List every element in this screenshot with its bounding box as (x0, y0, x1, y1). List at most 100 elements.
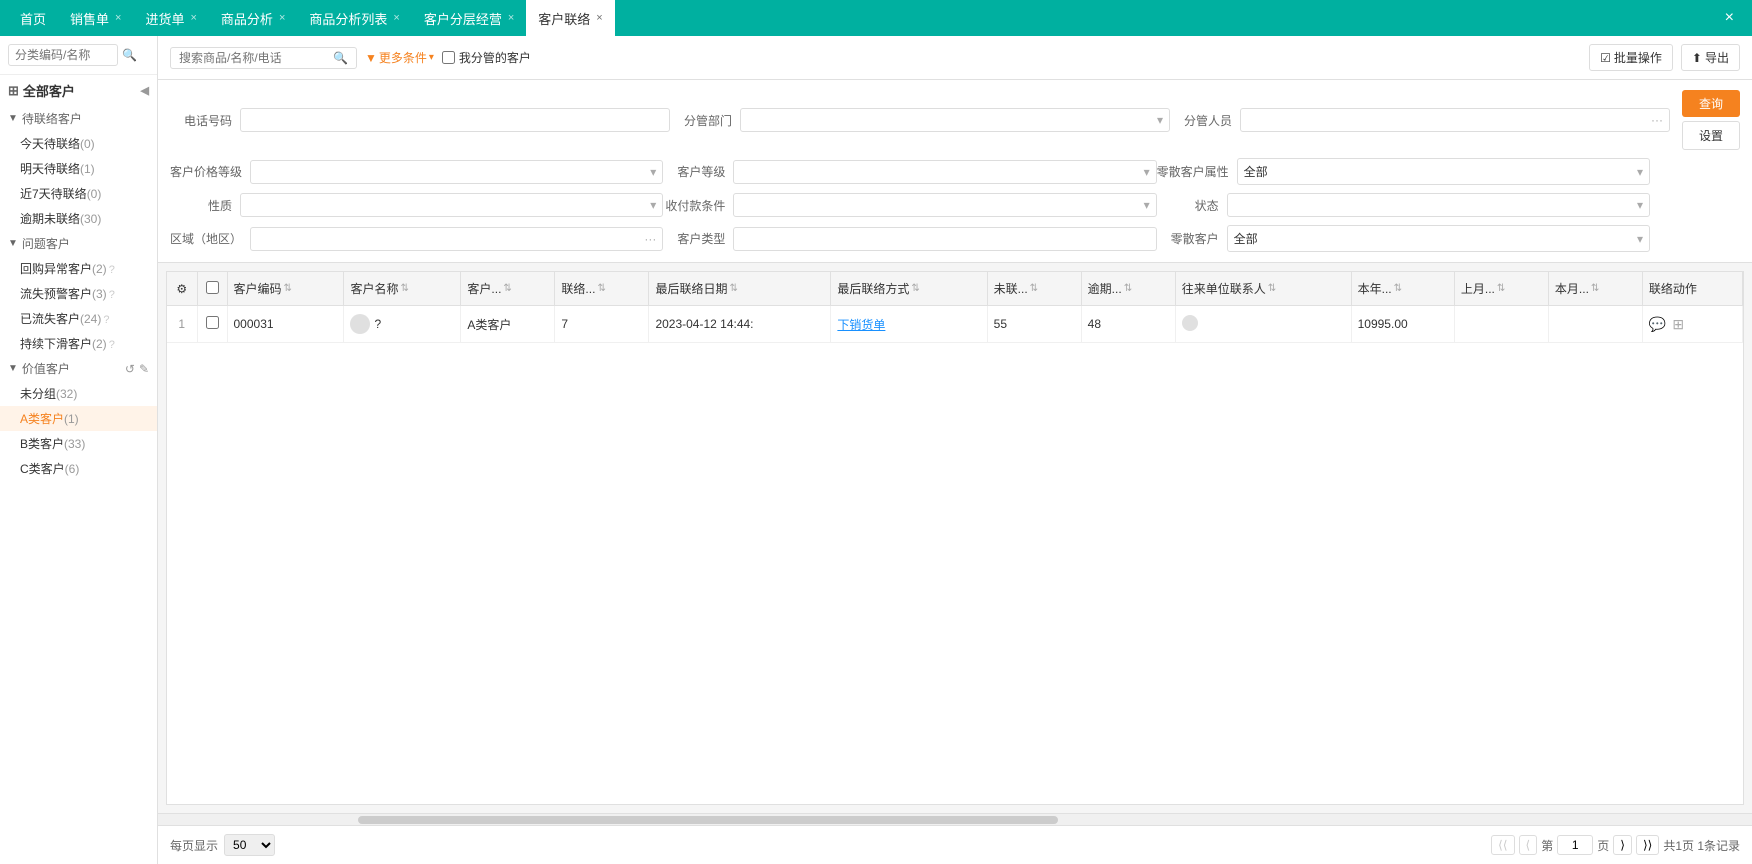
filter-dots-region[interactable]: ··· (250, 227, 663, 251)
close-tab-customer-contact-icon[interactable]: × (596, 12, 602, 24)
filter-cell-customer-grade: 客户等级 ▾ (663, 160, 1156, 184)
setting-button[interactable]: 设置 (1682, 121, 1740, 150)
horizontal-scrollbar[interactable] (158, 813, 1752, 825)
sort-icon-last-month[interactable]: ⇅ (1497, 283, 1505, 294)
sidebar-item-tomorrow[interactable]: 明天待联络(1) (0, 156, 157, 181)
filter-more-button[interactable]: ▼ 更多条件 ▾ (365, 49, 434, 66)
nav-home[interactable]: 首页 (8, 0, 58, 36)
filter-select-nature[interactable]: ▾ (240, 193, 663, 217)
first-page-button[interactable]: ⟨⟨ (1491, 835, 1514, 855)
nav-tab-sales[interactable]: 销售单 × (58, 0, 133, 36)
sidebar-item-churn-warning[interactable]: 流失预警客户(3)? (0, 281, 157, 306)
sidebar-item-class-a[interactable]: A类客户(1) (0, 406, 157, 431)
sort-icon-contact[interactable]: ⇅ (597, 283, 605, 294)
sidebar-item-ungroup[interactable]: 未分组(32) (0, 381, 157, 406)
row-checkbox[interactable] (197, 306, 227, 343)
page-number-input[interactable] (1557, 835, 1593, 855)
col-header-this-year: 本年...⇅ (1351, 272, 1454, 306)
scrollbar-thumb[interactable] (358, 816, 1058, 824)
col-header-this-month: 本月...⇅ (1548, 272, 1642, 306)
sidebar-item-class-b[interactable]: B类客户(33) (0, 431, 157, 456)
all-customers-header[interactable]: ⊞ 全部客户 ◀ (0, 75, 157, 106)
select-all-checkbox[interactable] (206, 281, 219, 294)
filter-input-phone[interactable] (240, 108, 670, 132)
collapse-icon[interactable]: ◀ (141, 84, 149, 97)
close-tab-customer-tier-icon[interactable]: × (508, 12, 514, 24)
close-tab-analysis-icon[interactable]: × (279, 12, 285, 24)
col-header-last-method: 最后联络方式⇅ (831, 272, 987, 306)
dropdown-arrow-price-grade: ▾ (650, 165, 656, 179)
filter-dots-manager[interactable]: ··· (1240, 108, 1670, 132)
section-problem-customer[interactable]: ▼ 问题客户 (0, 231, 157, 256)
nav-tab-analysis[interactable]: 商品分析 × (209, 0, 297, 36)
section-value-customer[interactable]: ▼ 价值客户 ↺ ✎ (0, 356, 157, 381)
batch-icon: ☑ (1600, 51, 1611, 65)
nav-tab-analysis-list[interactable]: 商品分析列表 × (297, 0, 411, 36)
sort-icon-name[interactable]: ⇅ (400, 283, 408, 294)
close-tab-sales-icon[interactable]: × (115, 12, 121, 24)
sort-icon-overdue[interactable]: ⇅ (1124, 283, 1132, 294)
filter-select-retail-attr[interactable]: 全部 ▾ (1237, 158, 1650, 185)
my-customers-checkbox[interactable]: 我分管的客户 (442, 49, 531, 66)
filter-label-customer-type: 客户类型 (663, 230, 733, 247)
export-button[interactable]: ⬆ 导出 (1681, 44, 1740, 71)
filter-cell-retail: 零散客户 全部 ▾ (1157, 225, 1650, 252)
query-button[interactable]: 查询 (1682, 90, 1740, 117)
sidebar-item-repurchase-abnormal[interactable]: 回购异常客户(2)? (0, 256, 157, 281)
filter-input-customer-type[interactable] (733, 227, 1156, 251)
refresh-icon[interactable]: ↺ (125, 362, 135, 376)
sort-icon-last-date[interactable]: ⇅ (729, 283, 737, 294)
action-message-icon[interactable]: 💬 (1649, 316, 1666, 333)
filter-select-status[interactable]: ▾ (1227, 193, 1650, 217)
sidebar-item-churned[interactable]: 已流失客户(24)? (0, 306, 157, 331)
section-pending-contact[interactable]: ▼ 待联络客户 (0, 106, 157, 131)
advanced-filter: 电话号码 分管部门 ▾ 分管人员 ··· 查询 (158, 80, 1752, 263)
filter-search-input[interactable] (179, 51, 329, 65)
batch-op-button[interactable]: ☑ 批量操作 (1589, 44, 1673, 71)
filter-cell-customer-type: 客户类型 (663, 227, 1156, 251)
filter-select-retail[interactable]: 全部 ▾ (1227, 225, 1650, 252)
last-page-button[interactable]: ⟩⟩ (1636, 835, 1659, 855)
last-method-link[interactable]: 下销货单 (837, 318, 885, 332)
close-all-icon[interactable]: × (1715, 9, 1744, 27)
sort-icon-type[interactable]: ⇅ (503, 283, 511, 294)
my-customers-checkbox-input[interactable] (442, 51, 455, 64)
help-icon2: ? (109, 289, 115, 301)
prev-page-button[interactable]: ⟨ (1519, 835, 1538, 855)
filter-select-payment[interactable]: ▾ (733, 193, 1156, 217)
sidebar-item-declining[interactable]: 持续下滑客户(2)? (0, 331, 157, 356)
close-tab-analysis-list-icon[interactable]: × (393, 12, 399, 24)
filter-select-price-grade[interactable]: ▾ (250, 160, 663, 184)
sidebar-search-input[interactable] (8, 44, 118, 66)
edit-icon[interactable]: ✎ (139, 362, 149, 376)
sort-icon-uncontacted[interactable]: ⇅ (1030, 283, 1038, 294)
col-checkbox[interactable] (197, 272, 227, 306)
filter-search-icon[interactable]: 🔍 (333, 51, 348, 65)
filter-select-customer-grade[interactable]: ▾ (733, 160, 1156, 184)
nav-tab-customer-tier[interactable]: 客户分层经营 × (412, 0, 526, 36)
filter-select-dept[interactable]: ▾ (740, 108, 1170, 132)
dropdown-arrow-customer-grade: ▾ (1144, 165, 1150, 179)
col-settings[interactable]: ⚙ (167, 272, 197, 306)
row-this-month (1548, 306, 1642, 343)
sort-icon-this-month[interactable]: ⇅ (1591, 283, 1599, 294)
action-more-icon[interactable]: ⊞ (1672, 316, 1684, 333)
sort-icon-this-year[interactable]: ⇅ (1394, 283, 1402, 294)
filter-label-region: 区域（地区） (170, 230, 250, 247)
sort-icon-contact2[interactable]: ⇅ (1268, 283, 1276, 294)
nav-tab-customer-contact[interactable]: 客户联络 × (526, 0, 614, 36)
sidebar-item-today[interactable]: 今天待联络(0) (0, 131, 157, 156)
sidebar-item-overdue[interactable]: 逾期未联络(30) (0, 206, 157, 231)
dropdown-arrow-retail: ▾ (1637, 232, 1643, 246)
sort-icon-last-method[interactable]: ⇅ (911, 283, 919, 294)
sort-icon-code[interactable]: ⇅ (284, 283, 292, 294)
sidebar-item-7days[interactable]: 近7天待联络(0) (0, 181, 157, 206)
next-page-button[interactable]: ⟩ (1613, 835, 1632, 855)
close-tab-purchase-icon[interactable]: × (190, 12, 196, 24)
row-select-checkbox[interactable] (206, 316, 219, 329)
page-size-select[interactable]: 50 100 200 (224, 834, 275, 856)
sidebar-item-class-c[interactable]: C类客户(6) (0, 456, 157, 481)
row-last-method[interactable]: 下销货单 (831, 306, 987, 343)
sidebar-search-icon[interactable]: 🔍 (122, 48, 137, 62)
nav-tab-purchase[interactable]: 进货单 × (133, 0, 208, 36)
